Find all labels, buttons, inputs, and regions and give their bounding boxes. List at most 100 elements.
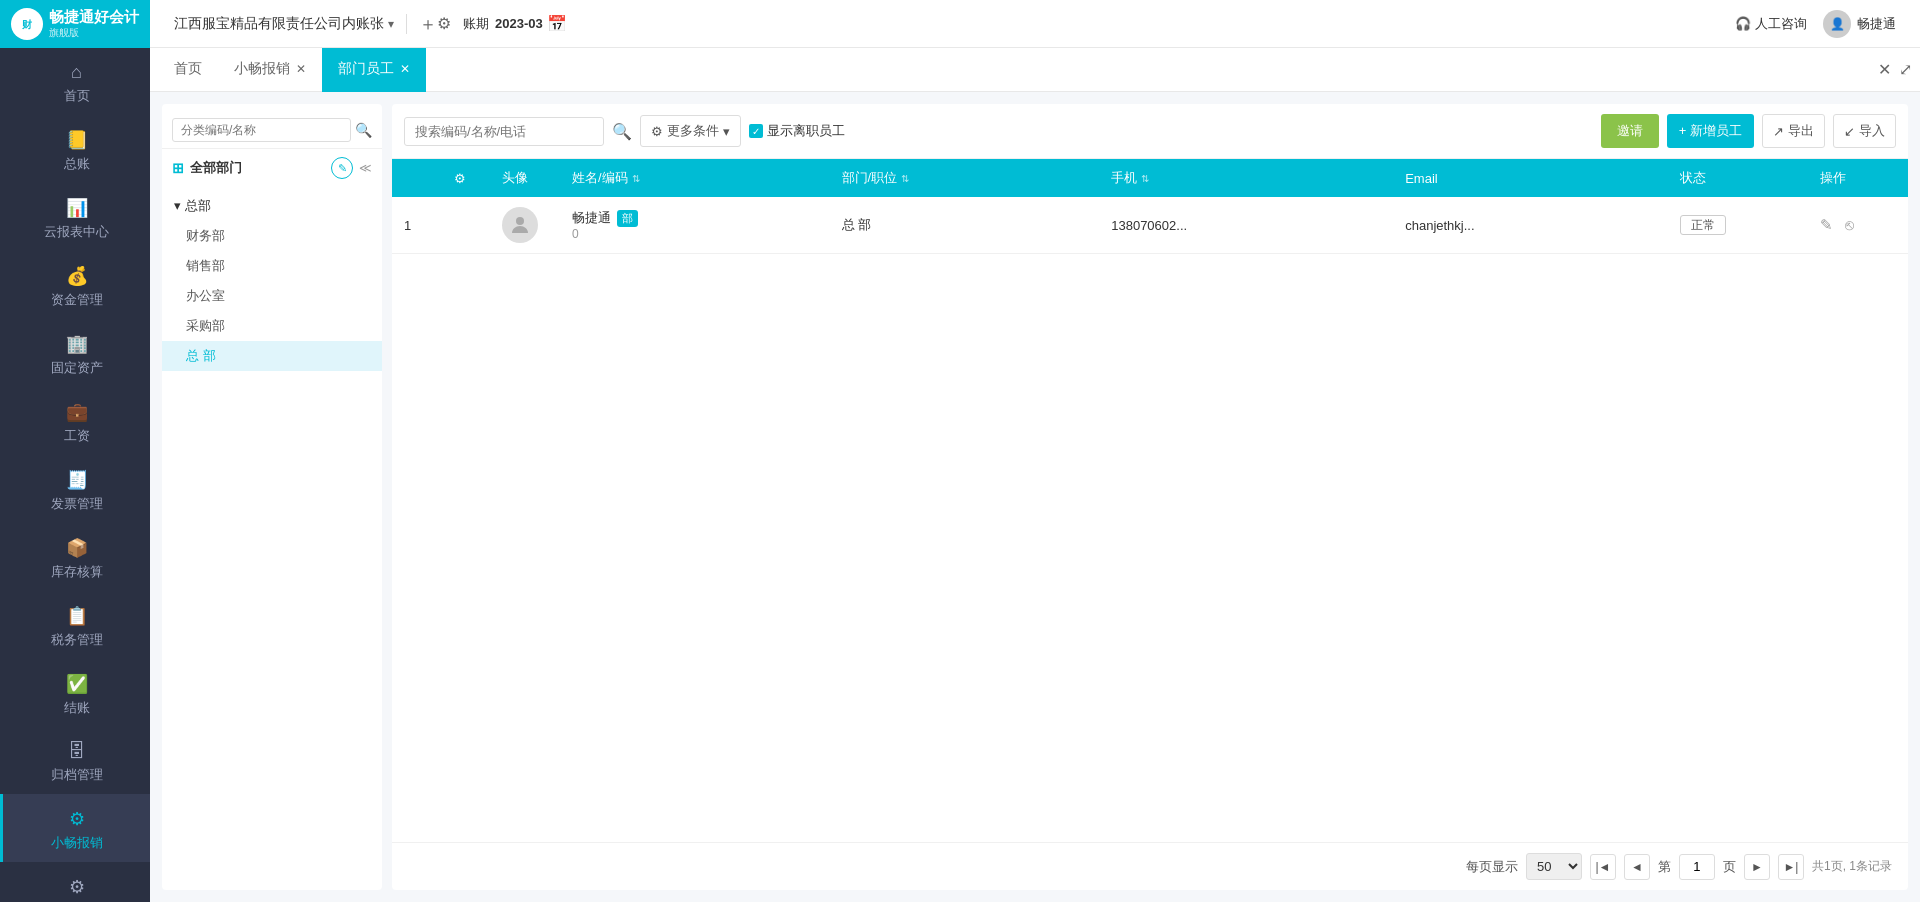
th-phone[interactable]: 手机 ⇅ xyxy=(1099,159,1393,197)
th-name[interactable]: 姓名/编码 ⇅ xyxy=(560,159,830,197)
more-filters-button[interactable]: ⚙ 更多条件 ▾ xyxy=(640,115,741,147)
th-status: 状态 xyxy=(1668,159,1808,197)
sidebar-item-funds[interactable]: 💰 资金管理 xyxy=(0,251,150,319)
add-button[interactable]: ＋ xyxy=(419,12,437,36)
dept-search-icon[interactable]: 🔍 xyxy=(355,122,372,138)
show-resigned-area[interactable]: ✓ 显示离职员工 xyxy=(749,122,845,140)
tab-expense[interactable]: 小畅报销 ✕ xyxy=(218,48,322,92)
company-name: 江西服宝精品有限责任公司内账张 xyxy=(174,15,384,33)
import-button[interactable]: ↙ 导入 xyxy=(1833,114,1896,148)
sidebar-item-label: 资金管理 xyxy=(51,291,103,309)
pagination-footer: 每页显示 50 100 200 |◄ ◄ 第 页 ► ►| 共1页, 1条记录 xyxy=(392,842,1908,890)
sidebar-item-assets[interactable]: 🏢 固定资产 xyxy=(0,319,150,387)
import-label: 导入 xyxy=(1859,122,1885,140)
add-employee-button[interactable]: + 新增员工 xyxy=(1667,114,1754,148)
sidebar-item-ledger[interactable]: 📒 总账 xyxy=(0,115,150,183)
sort-phone-icon: ⇅ xyxy=(1141,173,1149,184)
sidebar-item-close[interactable]: ✅ 结账 xyxy=(0,659,150,727)
expand-tab-button[interactable]: ⤢ xyxy=(1899,60,1912,79)
cell-name: 畅捷通 部 0 xyxy=(560,197,830,254)
sidebar-item-settings[interactable]: ⚙ 基础设置 xyxy=(0,862,150,902)
sidebar-item-label: 云报表中心 xyxy=(44,223,109,241)
sidebar-item-label: 发票管理 xyxy=(51,495,103,513)
period-value: 2023-03 xyxy=(495,16,543,31)
settings-button[interactable]: ⚙ xyxy=(437,14,451,33)
tab-home[interactable]: 首页 xyxy=(158,48,218,92)
dept-search-input[interactable] xyxy=(172,118,351,142)
dept-child-xiaoshou[interactable]: 销售部 xyxy=(162,251,382,281)
th-avatar: 头像 xyxy=(490,159,560,197)
service-button[interactable]: 🎧 人工咨询 xyxy=(1735,15,1807,33)
dept-edit-button[interactable]: ✎ xyxy=(331,157,353,179)
sidebar-item-label: 总账 xyxy=(64,155,90,173)
employee-search-button[interactable]: 🔍 xyxy=(612,122,632,141)
employee-search-input[interactable] xyxy=(404,117,604,146)
show-resigned-checkbox[interactable]: ✓ xyxy=(749,124,763,138)
sidebar-item-tax[interactable]: 📋 税务管理 xyxy=(0,591,150,659)
dept-child-zongbu[interactable]: 总 部 xyxy=(162,341,382,371)
dept-tree-panel: 🔍 ⊞ 全部部门 ✎ ≪ ▾ 总部 财务部 销售部 xyxy=(162,104,382,890)
calendar-icon[interactable]: 📅 xyxy=(547,14,567,33)
next-page-button[interactable]: ► xyxy=(1744,854,1770,880)
avatar: 👤 xyxy=(1823,10,1851,38)
dept-grid-icon: ⊞ xyxy=(172,160,184,176)
sidebar-item-label: 固定资产 xyxy=(51,359,103,377)
tab-expense-label: 小畅报销 xyxy=(234,60,290,78)
per-page-label: 每页显示 xyxy=(1466,858,1518,876)
cell-dept: 总 部 xyxy=(830,197,1100,254)
user-name: 畅捷通 xyxy=(1857,15,1896,33)
app-sub: 旗舰版 xyxy=(49,26,139,40)
dept-child-label: 总 部 xyxy=(186,348,216,363)
employee-name: 畅捷通 xyxy=(572,209,611,227)
dept-child-caigou[interactable]: 采购部 xyxy=(162,311,382,341)
close-tab-button[interactable]: ✕ xyxy=(1878,60,1891,79)
sidebar-item-inventory[interactable]: 📦 库存核算 xyxy=(0,523,150,591)
prev-page-button[interactable]: ◄ xyxy=(1624,854,1650,880)
cell-email: chanjethkj... xyxy=(1393,197,1668,254)
tab-expense-close[interactable]: ✕ xyxy=(296,62,306,76)
dept-child-bangong[interactable]: 办公室 xyxy=(162,281,382,311)
sidebar-item-home[interactable]: ⌂ 首页 xyxy=(0,48,150,115)
invite-button[interactable]: 邀请 xyxy=(1601,114,1659,148)
cell-phone: 138070602... xyxy=(1099,197,1393,254)
last-page-button[interactable]: ►| xyxy=(1778,854,1804,880)
logout-employee-button[interactable]: ⎋ xyxy=(1845,216,1854,233)
close-accounts-icon: ✅ xyxy=(66,673,88,695)
dept-child-label: 财务部 xyxy=(186,228,225,243)
table-header-row: ⚙ 头像 姓名/编码 ⇅ xyxy=(392,159,1908,197)
sidebar-item-label: 工资 xyxy=(64,427,90,445)
sidebar-item-label: 库存核算 xyxy=(51,563,103,581)
sidebar-item-archive[interactable]: 🗄 归档管理 xyxy=(0,727,150,794)
edit-employee-button[interactable]: ✎ xyxy=(1820,216,1833,234)
archive-icon: 🗄 xyxy=(68,741,86,762)
filter-icon: ⚙ xyxy=(651,124,663,139)
th-dept[interactable]: 部门/职位 ⇅ xyxy=(830,159,1100,197)
cell-gear xyxy=(442,197,490,254)
dept-tree-header-label: 全部部门 xyxy=(190,159,242,177)
user-area[interactable]: 👤 畅捷通 xyxy=(1823,10,1896,38)
export-button[interactable]: ↗ 导出 xyxy=(1762,114,1825,148)
collapse-button[interactable]: ≪ xyxy=(359,161,372,175)
sidebar-item-label: 小畅报销 xyxy=(51,834,103,852)
dept-parent-item[interactable]: ▾ 总部 xyxy=(162,191,382,221)
per-page-select[interactable]: 50 100 200 xyxy=(1526,853,1582,880)
page-input[interactable] xyxy=(1679,854,1715,880)
sidebar-item-reports[interactable]: 📊 云报表中心 xyxy=(0,183,150,251)
tab-dept-close[interactable]: ✕ xyxy=(400,62,410,76)
tab-actions: ✕ ⤢ xyxy=(1878,60,1912,79)
th-ops: 操作 xyxy=(1808,159,1908,197)
first-page-button[interactable]: |◄ xyxy=(1590,854,1616,880)
company-dropdown[interactable]: ▾ xyxy=(388,17,394,31)
logo: 财 畅捷通好会计 旗舰版 xyxy=(0,0,150,48)
period-label: 账期 xyxy=(463,15,489,33)
svg-text:财: 财 xyxy=(21,19,33,30)
sidebar-item-payroll[interactable]: 💼 工资 xyxy=(0,387,150,455)
dept-child-caiwu[interactable]: 财务部 xyxy=(162,221,382,251)
sidebar-item-expense[interactable]: ⚙ 小畅报销 xyxy=(0,794,150,862)
tab-dept[interactable]: 部门员工 ✕ xyxy=(322,48,426,92)
th-gear[interactable]: ⚙ xyxy=(442,159,490,197)
sidebar-item-invoice[interactable]: 🧾 发票管理 xyxy=(0,455,150,523)
th-email: Email xyxy=(1393,159,1668,197)
sidebar-item-label: 首页 xyxy=(64,87,90,105)
tab-home-label: 首页 xyxy=(174,60,202,78)
